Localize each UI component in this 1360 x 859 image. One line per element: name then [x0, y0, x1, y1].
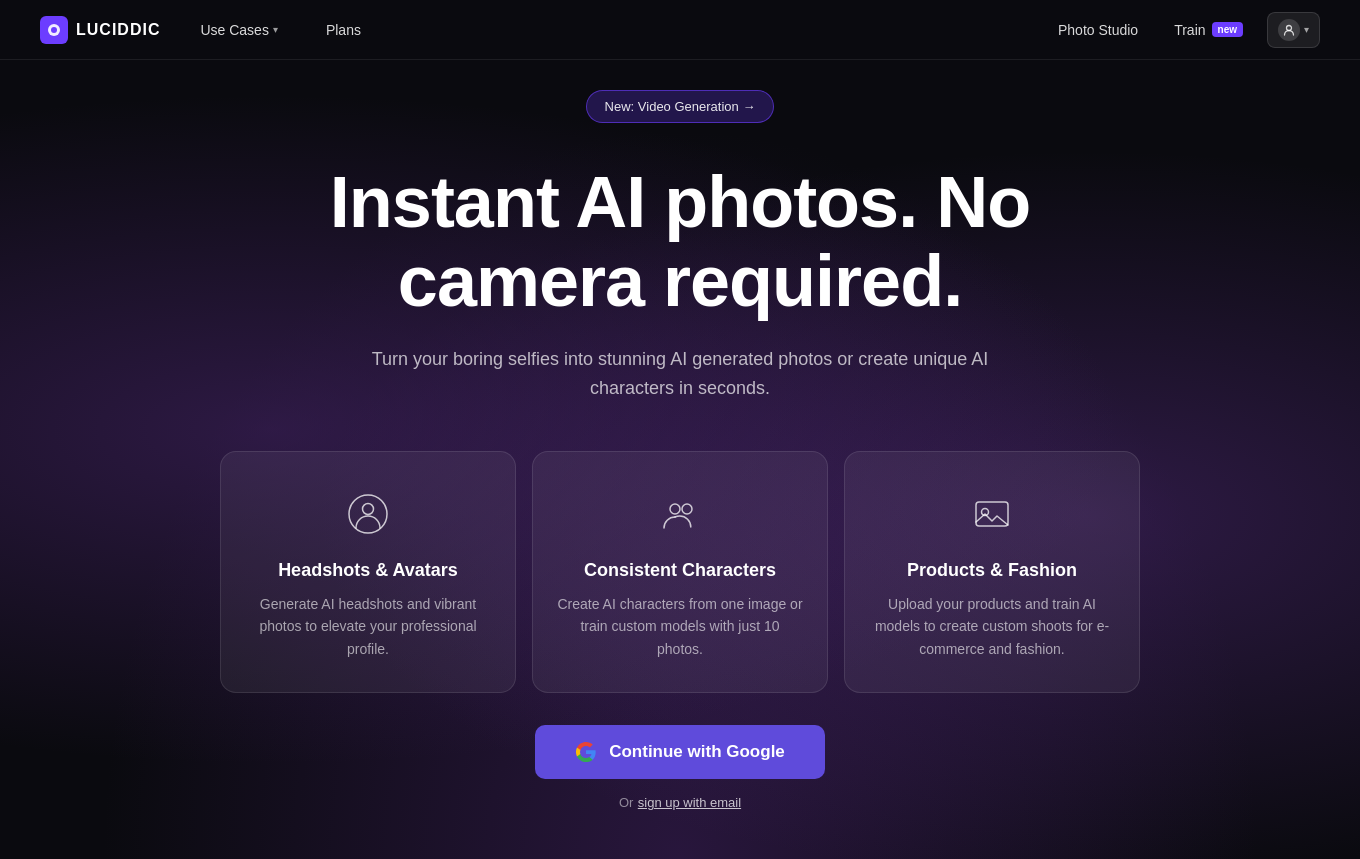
- nav-left: LUCIDDIC Use Cases ▾ Plans: [40, 16, 369, 44]
- logo-text: LUCIDDIC: [76, 21, 160, 39]
- headshots-icon: [342, 488, 394, 540]
- video-generation-banner[interactable]: New: Video Generation →: [586, 90, 775, 123]
- google-button-label: Continue with Google: [609, 742, 785, 762]
- feature-cards: Headshots & Avatars Generate AI headshot…: [220, 451, 1140, 693]
- svg-point-4: [363, 503, 374, 514]
- svg-point-5: [670, 504, 680, 514]
- svg-point-2: [1287, 25, 1292, 30]
- hero-title: Instant AI photos. No camera required.: [230, 163, 1130, 321]
- or-text: Or: [619, 795, 633, 810]
- characters-desc: Create AI characters from one image or t…: [557, 593, 803, 660]
- products-icon: [966, 488, 1018, 540]
- products-title: Products & Fashion: [907, 560, 1077, 581]
- logo-icon: [40, 16, 68, 44]
- svg-point-6: [682, 504, 692, 514]
- svg-point-1: [51, 27, 57, 33]
- photo-studio-nav[interactable]: Photo Studio: [1046, 16, 1150, 44]
- continue-with-google-button[interactable]: Continue with Google: [535, 725, 825, 779]
- characters-icon: [654, 488, 706, 540]
- headshots-card: Headshots & Avatars Generate AI headshot…: [220, 451, 516, 693]
- signup-email-link[interactable]: sign up with email: [638, 795, 741, 810]
- nav-right: Photo Studio Train new ▾: [1046, 12, 1320, 48]
- products-card: Products & Fashion Upload your products …: [844, 451, 1140, 693]
- chevron-down-icon: ▾: [273, 24, 278, 35]
- plans-nav[interactable]: Plans: [318, 18, 369, 42]
- train-nav[interactable]: Train new: [1162, 16, 1255, 44]
- characters-title: Consistent Characters: [584, 560, 776, 581]
- main-content: New: Video Generation → Instant AI photo…: [0, 60, 1360, 811]
- hero-subtitle: Turn your boring selfies into stunning A…: [370, 345, 990, 403]
- new-badge: new: [1212, 22, 1243, 37]
- train-label: Train: [1174, 22, 1205, 38]
- google-icon: [575, 741, 597, 763]
- use-cases-label: Use Cases: [200, 22, 268, 38]
- characters-card: Consistent Characters Create AI characte…: [532, 451, 828, 693]
- user-chevron-icon: ▾: [1304, 24, 1309, 35]
- user-avatar-icon: [1278, 19, 1300, 41]
- user-menu-button[interactable]: ▾: [1267, 12, 1320, 48]
- cta-section: Continue with Google Or sign up with ema…: [535, 725, 825, 811]
- svg-rect-7: [976, 502, 1008, 526]
- logo[interactable]: LUCIDDIC: [40, 16, 160, 44]
- headshots-desc: Generate AI headshots and vibrant photos…: [245, 593, 491, 660]
- headshots-title: Headshots & Avatars: [278, 560, 458, 581]
- navbar: LUCIDDIC Use Cases ▾ Plans Photo Studio …: [0, 0, 1360, 60]
- or-divider: Or sign up with email: [619, 793, 741, 811]
- use-cases-nav[interactable]: Use Cases ▾: [192, 18, 285, 42]
- video-banner-label: New: Video Generation →: [605, 99, 756, 114]
- plans-label: Plans: [326, 22, 361, 38]
- products-desc: Upload your products and train AI models…: [869, 593, 1115, 660]
